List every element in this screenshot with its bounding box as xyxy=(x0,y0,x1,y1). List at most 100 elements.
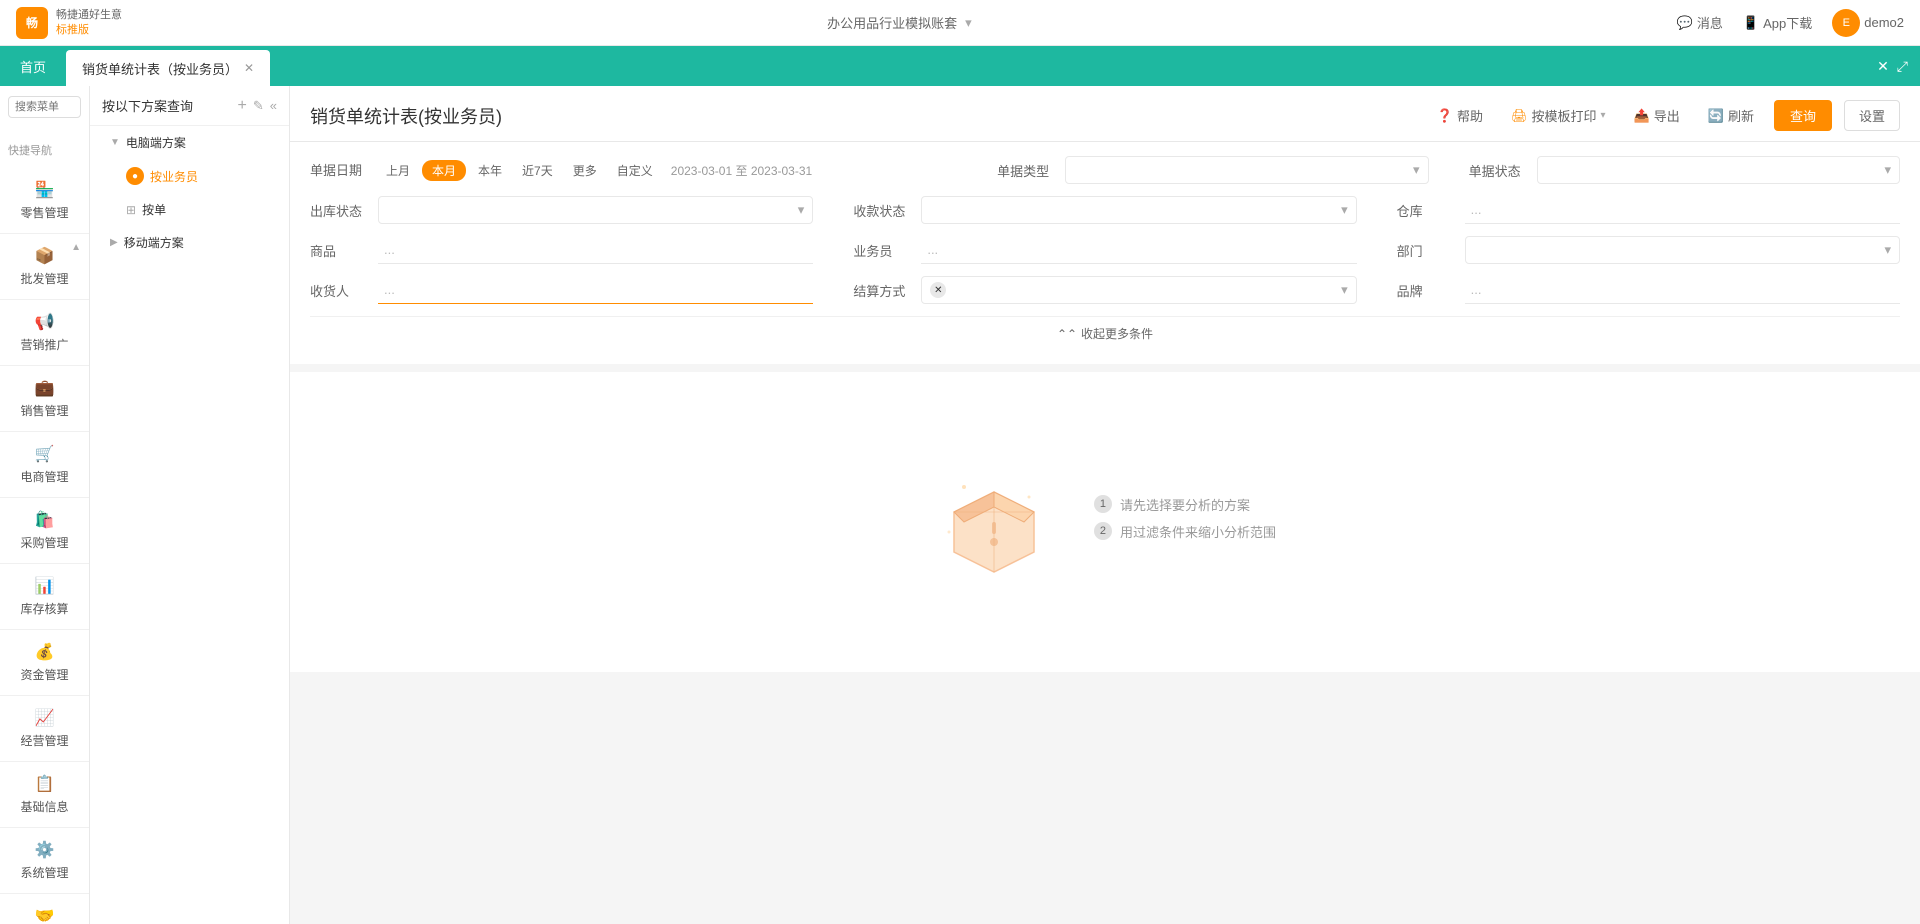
doc-status-select[interactable]: ▾ xyxy=(1537,156,1900,184)
receiver-input[interactable]: ... xyxy=(378,276,813,304)
doc-status-label: 单据状态 xyxy=(1469,161,1529,180)
doc-type-label: 单据类型 xyxy=(997,161,1057,180)
tree-by-order[interactable]: ⊞ 按单 xyxy=(118,193,289,226)
sales-label: 销售管理 xyxy=(20,402,68,419)
sidebar-item-inventory[interactable]: 📊 库存核算 xyxy=(0,564,89,630)
sidebar-item-system[interactable]: ⚙️ 系统管理 xyxy=(0,828,89,894)
page-title: 销货单统计表(按业务员) xyxy=(310,103,502,129)
tab-home[interactable]: 首页 xyxy=(0,46,66,86)
search-btn[interactable]: 查询 xyxy=(1774,100,1832,131)
inventory-icon: 📊 xyxy=(35,576,55,596)
app-name: 畅捷通好生意 xyxy=(56,8,122,22)
filter-receiver: 收货人 ... xyxy=(310,276,813,304)
goods-input[interactable]: ... xyxy=(378,236,813,264)
wholesale-arrow: ▲ xyxy=(71,242,81,253)
print-dropdown-icon: ▾ xyxy=(1601,110,1606,121)
home-tab-label: 首页 xyxy=(20,57,46,76)
system-label: 系统管理 xyxy=(20,864,68,881)
app-download-label: App下载 xyxy=(1763,13,1812,32)
left-panel-actions: + ✎ « xyxy=(238,97,277,115)
add-scheme-btn[interactable]: + xyxy=(238,97,247,115)
maximize-window-btn[interactable]: ⤢ xyxy=(1897,58,1908,75)
company-selector[interactable]: 办公用品行业模拟账套 ▾ xyxy=(827,13,972,32)
content-area: 销货单统计表(按业务员) ❓ 帮助 🖨 按模板打印 ▾ 📤 导出 🔄 刷新 xyxy=(290,86,1920,924)
hint-text-2: 用过滤条件来缩小分析范围 xyxy=(1120,522,1276,541)
brand-input[interactable]: ... xyxy=(1465,276,1900,304)
print-btn[interactable]: 🖨 按模板打印 ▾ xyxy=(1503,102,1614,129)
export-label: 导出 xyxy=(1654,106,1680,125)
user-menu[interactable]: E demo2 xyxy=(1832,9,1904,37)
date-this-month[interactable]: 本月 xyxy=(422,160,466,181)
sidebar-item-purchase[interactable]: 🛍️ 采购管理 xyxy=(0,498,89,564)
message-icon: 💬 xyxy=(1677,15,1693,31)
date-last-7-days[interactable]: 近7天 xyxy=(514,160,561,181)
doc-status-arrow: ▾ xyxy=(1884,162,1891,178)
edit-scheme-btn[interactable]: ✎ xyxy=(253,98,264,114)
setting-btn[interactable]: 设置 xyxy=(1844,100,1900,131)
sidebar-item-retail[interactable]: 🏪 零售管理 xyxy=(0,168,89,234)
quick-nav-label: 快捷导航 xyxy=(0,134,89,162)
collapse-panel-btn[interactable]: « xyxy=(270,98,277,113)
sidebar-item-wholesale[interactable]: 📦 批发管理 ▲ xyxy=(0,234,89,300)
sales-rep-input[interactable]: ... xyxy=(921,236,1356,264)
page-actions: ❓ 帮助 🖨 按模板打印 ▾ 📤 导出 🔄 刷新 查询 设置 xyxy=(1429,100,1900,131)
filter-area: 单据日期 上月 本月 本年 近7天 更多 自定义 2023-03-01 至 20… xyxy=(290,142,1920,364)
ecommerce-icon: 🛒 xyxy=(35,444,55,464)
app-download-btn[interactable]: 📱 App下载 xyxy=(1743,13,1812,32)
refresh-btn[interactable]: 🔄 刷新 xyxy=(1700,102,1762,129)
collapse-label: 收起更多条件 xyxy=(1081,325,1153,342)
settlement-label: 结算方式 xyxy=(853,281,913,300)
active-scheme-badge: ● xyxy=(126,167,144,185)
doc-type-arrow: ▾ xyxy=(1413,162,1420,178)
tree-desktop-children: ● 按业务员 ⊞ 按单 xyxy=(90,159,289,226)
window-controls: ✕ ⤢ xyxy=(1865,58,1920,75)
sidebar-item-basics[interactable]: 📋 基础信息 xyxy=(0,762,89,828)
tree-mobile-scheme[interactable]: ▶ 移动端方案 xyxy=(90,226,289,259)
help-btn[interactable]: ❓ 帮助 xyxy=(1429,102,1491,129)
date-custom[interactable]: 自定义 xyxy=(609,160,661,181)
payment-status-select[interactable]: ▾ xyxy=(921,196,1356,224)
collapse-up-icon: ⌃⌃ xyxy=(1057,327,1077,341)
tab-sales-report[interactable]: 销货单统计表（按业务员） ✕ xyxy=(66,50,270,86)
date-this-year[interactable]: 本年 xyxy=(470,160,510,181)
date-last-month[interactable]: 上月 xyxy=(378,160,418,181)
export-btn[interactable]: 📤 导出 xyxy=(1626,102,1688,129)
sidebar-item-finance[interactable]: 💰 资金管理 xyxy=(0,630,89,696)
sidebar-item-marketing[interactable]: 📢 营销推广 xyxy=(0,300,89,366)
sidebar-item-ecommerce[interactable]: 🛒 电商管理 xyxy=(0,432,89,498)
warehouse-input[interactable]: ... xyxy=(1465,196,1900,224)
sales-rep-label: 业务员 xyxy=(853,241,913,260)
logo-symbol: 畅 xyxy=(26,14,38,31)
sidebar-item-sales[interactable]: 💼 销售管理 xyxy=(0,366,89,432)
sidebar-item-operations[interactable]: 📈 经营管理 xyxy=(0,696,89,762)
tab-close-icon[interactable]: ✕ xyxy=(244,61,254,75)
settlement-clear-btn[interactable]: ✕ xyxy=(930,282,946,298)
empty-hint-2: 2 用过滤条件来缩小分析范围 xyxy=(1094,522,1276,541)
sidebar-item-enterprise[interactable]: 🤝 企业协同 xyxy=(0,894,89,924)
by-order-icon: ⊞ xyxy=(126,203,136,217)
brand-label: 品牌 xyxy=(1397,281,1457,300)
date-more[interactable]: 更多 xyxy=(565,160,605,181)
marketing-icon: 📢 xyxy=(35,312,55,332)
collapse-filters-btn[interactable]: ⌃⌃ 收起更多条件 xyxy=(310,316,1900,350)
settlement-select[interactable]: ✕ ▾ xyxy=(921,276,1356,304)
filter-row-1: 单据日期 上月 本月 本年 近7天 更多 自定义 2023-03-01 至 20… xyxy=(310,156,1900,184)
close-window-btn[interactable]: ✕ xyxy=(1877,58,1889,75)
left-panel-header: 按以下方案查询 + ✎ « xyxy=(90,86,289,126)
tree-desktop-scheme[interactable]: ▼ 电脑端方案 xyxy=(90,126,289,159)
operations-icon: 📈 xyxy=(35,708,55,728)
filter-doc-status: 单据状态 ▾ xyxy=(1469,156,1900,184)
tree-by-sales[interactable]: ● 按业务员 xyxy=(118,159,289,193)
doc-type-select[interactable]: ▾ xyxy=(1065,156,1428,184)
search-input[interactable] xyxy=(8,96,81,118)
department-select[interactable]: ▾ xyxy=(1465,236,1900,264)
out-status-select[interactable]: ▾ xyxy=(378,196,813,224)
tab-bar: 首页 销货单统计表（按业务员） ✕ ✕ ⤢ xyxy=(0,46,1920,86)
inventory-label: 库存核算 xyxy=(20,600,68,617)
desktop-scheme-label: 电脑端方案 xyxy=(126,134,186,151)
basics-label: 基础信息 xyxy=(20,798,68,815)
print-label: 按模板打印 xyxy=(1532,106,1597,125)
print-icon: 🖨 xyxy=(1511,108,1528,124)
message-btn[interactable]: 💬 消息 xyxy=(1677,13,1723,32)
date-label: 单据日期 xyxy=(310,160,370,179)
